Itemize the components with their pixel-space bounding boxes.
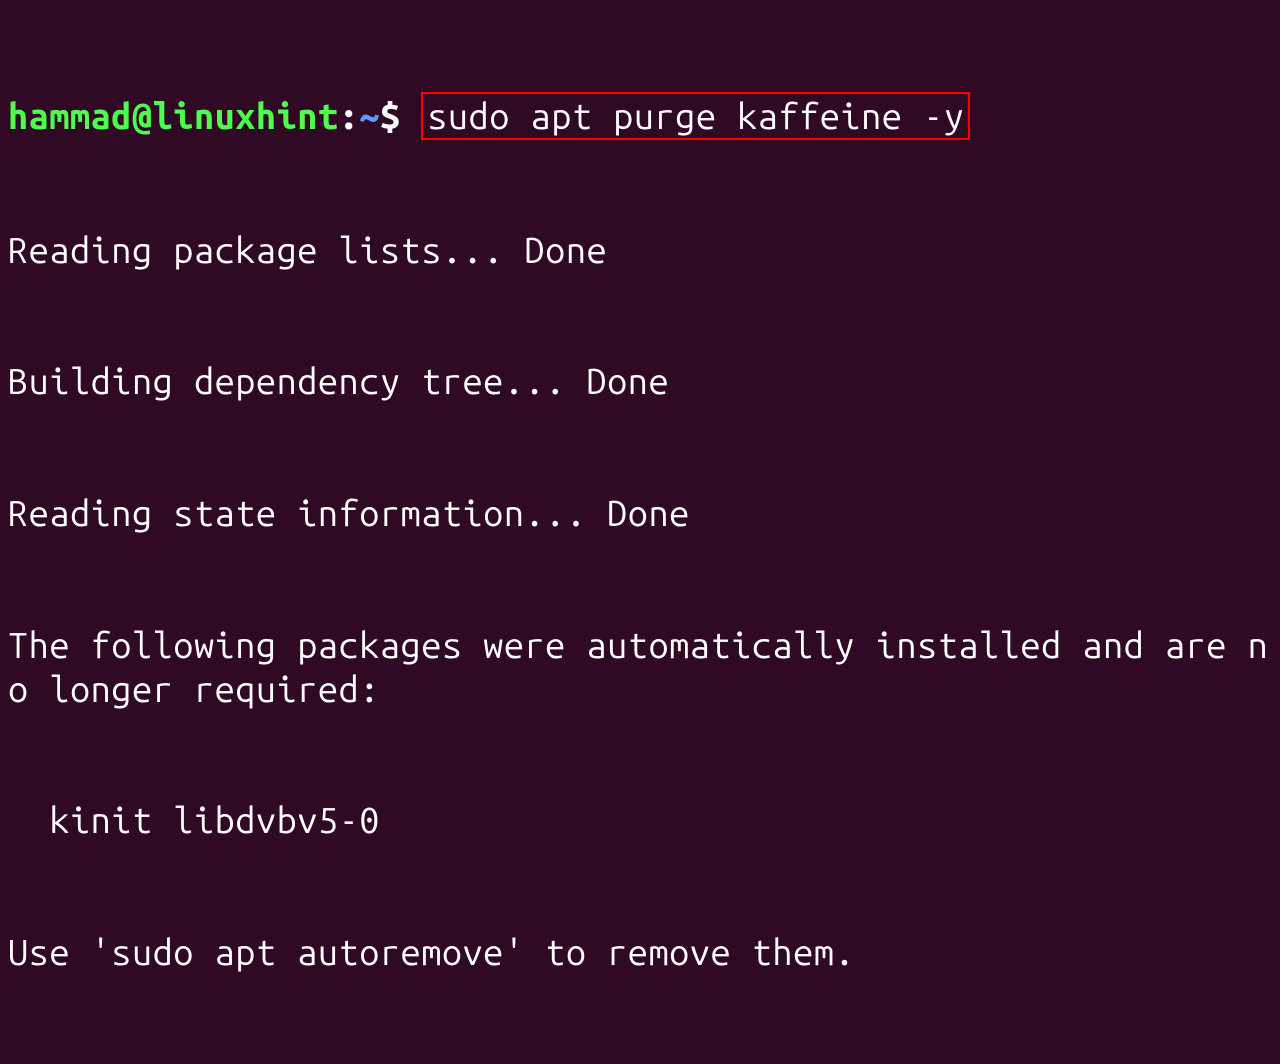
prompt-path: ~ xyxy=(359,95,380,136)
prompt-colon: : xyxy=(339,95,360,136)
output-line: The following packages will be REMOVED: xyxy=(8,1062,1272,1064)
terminal-window: hammad@linuxhint:~$ sudo apt purge kaffe… xyxy=(8,4,1272,1064)
output-line: Reading package lists... Done xyxy=(8,228,1272,272)
prompt-symbol: $ xyxy=(380,95,421,136)
output-line: Use 'sudo apt autoremove' to remove them… xyxy=(8,930,1272,974)
output-line: Building dependency tree... Done xyxy=(8,359,1272,403)
prompt-line[interactable]: hammad@linuxhint:~$ sudo apt purge kaffe… xyxy=(8,92,1272,140)
output-line: kinit libdvbv5-0 xyxy=(8,798,1272,842)
command-highlighted: sudo apt purge kaffeine -y xyxy=(421,92,970,140)
output-line: Reading state information... Done xyxy=(8,491,1272,535)
output-line: The following packages were automaticall… xyxy=(8,623,1272,711)
prompt-user-host: hammad@linuxhint xyxy=(8,95,339,136)
